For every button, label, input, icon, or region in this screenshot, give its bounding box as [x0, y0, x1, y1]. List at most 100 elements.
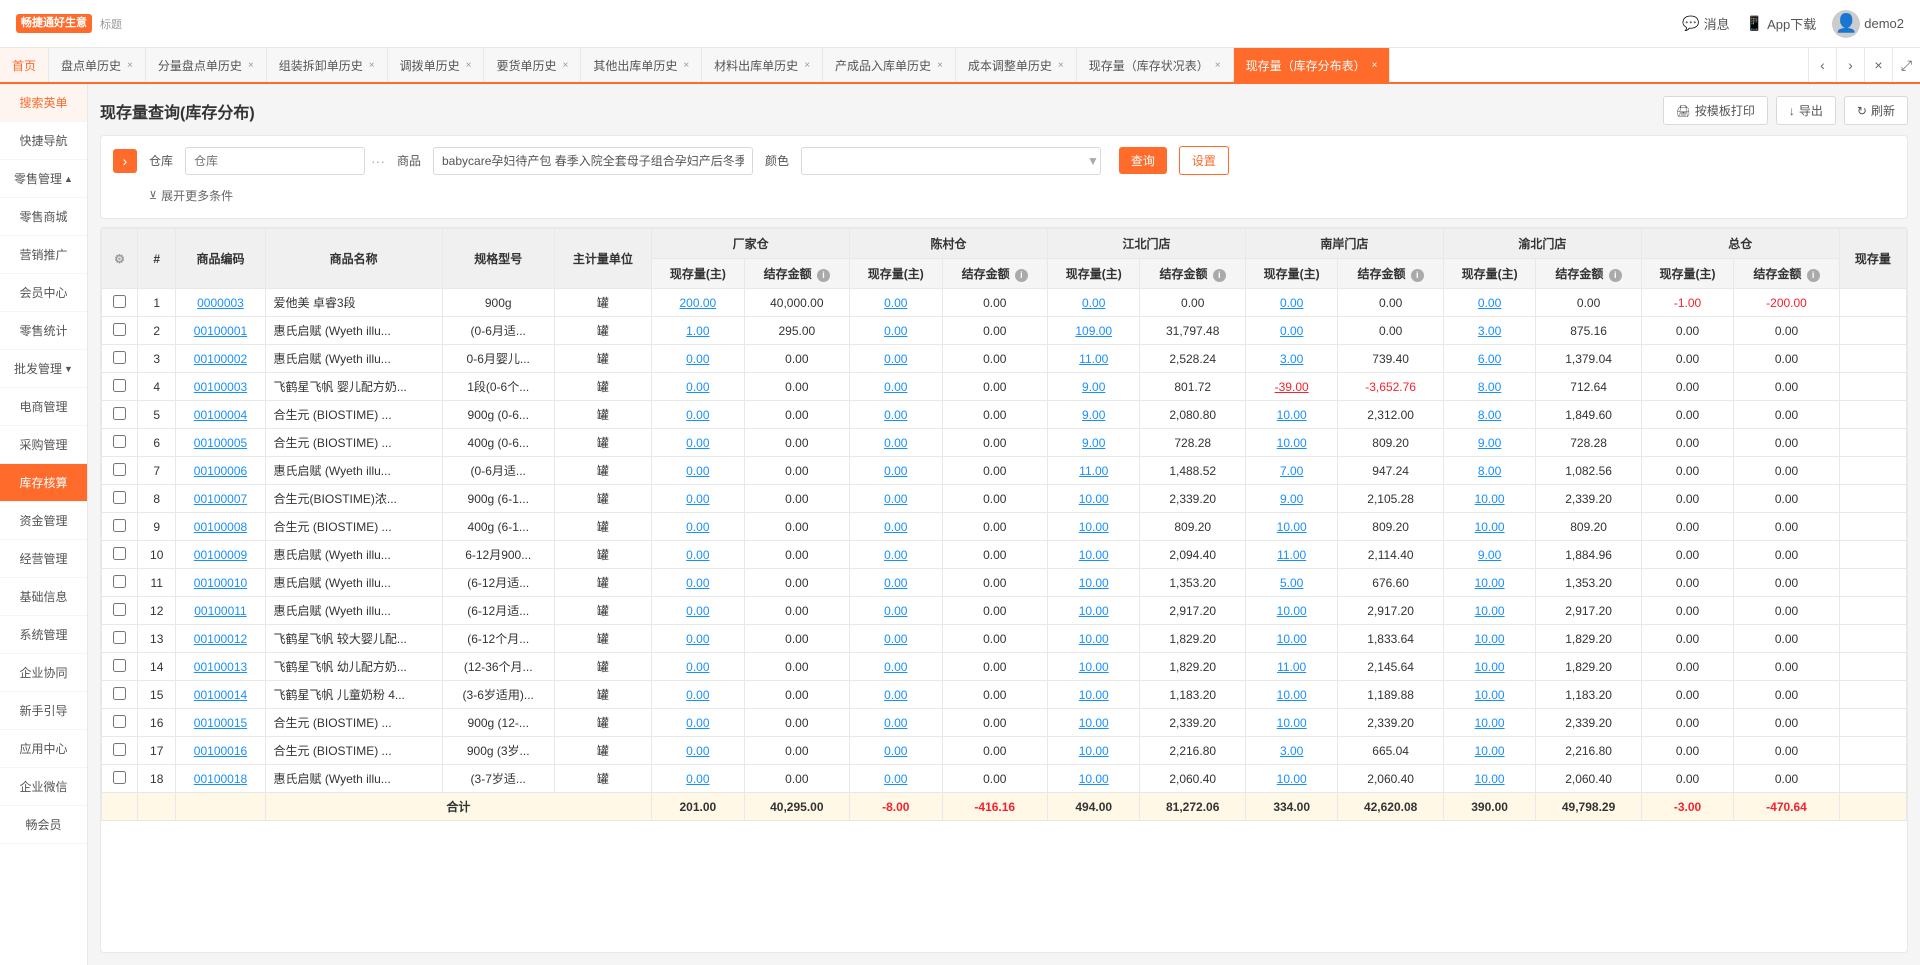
td-yb-stock[interactable]: 10.00 [1443, 513, 1535, 541]
td-yb-stock[interactable]: 10.00 [1443, 485, 1535, 513]
td-jb-stock[interactable]: 10.00 [1048, 737, 1140, 765]
td-jb-stock[interactable]: 0.00 [1048, 289, 1140, 317]
td-na-stock[interactable]: 3.00 [1245, 345, 1337, 373]
td-product-no[interactable]: 00100007 [176, 485, 265, 513]
tab-close[interactable]: × [1372, 60, 1378, 71]
chen-bal-info[interactable]: i [1015, 269, 1028, 282]
app-download-btn[interactable]: 📱 App下载 [1746, 14, 1817, 33]
row-checkbox[interactable] [113, 519, 126, 532]
td-jb-stock[interactable]: 109.00 [1048, 317, 1140, 345]
row-checkbox[interactable] [113, 547, 126, 560]
td-yb-stock[interactable]: 6.00 [1443, 345, 1535, 373]
sidebar-item-new-guide[interactable]: 新手引导 [0, 692, 87, 730]
tab-inventory-status[interactable]: 现存量（库存状况表） × [1077, 48, 1234, 83]
td-na-stock[interactable]: 10.00 [1245, 401, 1337, 429]
td-na-stock[interactable]: 0.00 [1245, 289, 1337, 317]
product-input[interactable] [433, 147, 753, 175]
row-checkbox[interactable] [113, 379, 126, 392]
td-yb-stock[interactable]: 10.00 [1443, 737, 1535, 765]
td-product-no[interactable]: 00100008 [176, 513, 265, 541]
td-product-no[interactable]: 00100010 [176, 569, 265, 597]
row-checkbox[interactable] [113, 743, 126, 756]
td-jb-stock[interactable]: 9.00 [1048, 373, 1140, 401]
td-yb-stock[interactable]: 8.00 [1443, 373, 1535, 401]
tab-close[interactable]: × [937, 60, 943, 71]
td-fac-stock[interactable]: 1.00 [652, 317, 744, 345]
td-chen-stock[interactable]: 0.00 [850, 625, 942, 653]
tab-split-stocktake[interactable]: 分量盘点单历史 × [146, 48, 267, 83]
row-checkbox[interactable] [113, 295, 126, 308]
td-yb-stock[interactable]: 10.00 [1443, 569, 1535, 597]
message-btn[interactable]: 💬 消息 [1682, 14, 1729, 33]
td-fac-stock[interactable]: 0.00 [652, 625, 744, 653]
tab-close[interactable]: × [683, 60, 689, 71]
td-chen-stock[interactable]: 0.00 [850, 289, 942, 317]
td-checkbox[interactable] [102, 765, 138, 793]
td-product-no[interactable]: 00100002 [176, 345, 265, 373]
row-checkbox[interactable] [113, 687, 126, 700]
tab-material-outbound[interactable]: 材料出库单历史 × [702, 48, 823, 83]
td-jb-stock[interactable]: 10.00 [1048, 597, 1140, 625]
sidebar-item-enterprise-collab[interactable]: 企业协同 [0, 654, 87, 692]
tab-transfer[interactable]: 调拨单历史 × [388, 48, 485, 83]
td-checkbox[interactable] [102, 429, 138, 457]
sidebar-item-marketing[interactable]: 营销推广 [0, 236, 87, 274]
td-jb-stock[interactable]: 10.00 [1048, 625, 1140, 653]
td-yb-stock[interactable]: 0.00 [1443, 289, 1535, 317]
tab-next-btn[interactable]: › [1836, 48, 1864, 83]
td-checkbox[interactable] [102, 457, 138, 485]
td-fac-stock[interactable]: 0.00 [652, 345, 744, 373]
sidebar-item-retail-mgmt[interactable]: 零售管理 ▲ [0, 160, 87, 198]
td-jb-stock[interactable]: 10.00 [1048, 653, 1140, 681]
td-checkbox[interactable] [102, 597, 138, 625]
tab-cost-adjust[interactable]: 成本调整单历史 × [956, 48, 1077, 83]
row-checkbox[interactable] [113, 351, 126, 364]
td-chen-stock[interactable]: 0.00 [850, 485, 942, 513]
td-product-no[interactable]: 00100003 [176, 373, 265, 401]
sidebar-item-system-mgmt[interactable]: 系统管理 [0, 616, 87, 654]
td-fac-stock[interactable]: 0.00 [652, 401, 744, 429]
td-checkbox[interactable] [102, 709, 138, 737]
total-bal-info[interactable]: i [1807, 269, 1820, 282]
td-jb-stock[interactable]: 10.00 [1048, 681, 1140, 709]
row-checkbox[interactable] [113, 323, 126, 336]
tab-close[interactable]: × [804, 60, 810, 71]
td-checkbox[interactable] [102, 317, 138, 345]
td-chen-stock[interactable]: 0.00 [850, 401, 942, 429]
td-checkbox[interactable] [102, 541, 138, 569]
tab-close-all-btn[interactable]: × [1864, 48, 1892, 83]
td-checkbox[interactable] [102, 569, 138, 597]
tab-close[interactable]: × [466, 60, 472, 71]
td-fac-stock[interactable]: 0.00 [652, 681, 744, 709]
td-checkbox[interactable] [102, 345, 138, 373]
color-input[interactable] [801, 147, 1101, 175]
td-chen-stock[interactable]: 0.00 [850, 317, 942, 345]
toggle-more-btn[interactable]: ⊻ 展开更多条件 [149, 183, 1895, 208]
td-product-no[interactable]: 00100011 [176, 597, 265, 625]
td-chen-stock[interactable]: 0.00 [850, 345, 942, 373]
td-chen-stock[interactable]: 0.00 [850, 737, 942, 765]
td-fac-stock[interactable]: 0.00 [652, 653, 744, 681]
td-product-no[interactable]: 00100009 [176, 541, 265, 569]
td-chen-stock[interactable]: 0.00 [850, 457, 942, 485]
td-product-no[interactable]: 00100014 [176, 681, 265, 709]
refresh-btn[interactable]: ↻ 刷新 [1844, 96, 1908, 125]
na-bal-info[interactable]: i [1411, 269, 1424, 282]
tab-inventory-dist[interactable]: 现存量（库存分布表） × [1234, 48, 1391, 83]
td-jb-stock[interactable]: 11.00 [1048, 457, 1140, 485]
td-product-no[interactable]: 00100005 [176, 429, 265, 457]
tab-combo[interactable]: 组装拆卸单历史 × [267, 48, 388, 83]
td-checkbox[interactable] [102, 625, 138, 653]
td-product-no[interactable]: 00100006 [176, 457, 265, 485]
td-chen-stock[interactable]: 0.00 [850, 429, 942, 457]
tab-requisition[interactable]: 要货单历史 × [484, 48, 581, 83]
td-checkbox[interactable] [102, 653, 138, 681]
td-jb-stock[interactable]: 9.00 [1048, 401, 1140, 429]
td-product-no[interactable]: 00100015 [176, 709, 265, 737]
td-jb-stock[interactable]: 10.00 [1048, 513, 1140, 541]
query-btn[interactable]: 查询 [1119, 147, 1167, 174]
td-na-stock[interactable]: -39.00 [1245, 373, 1337, 401]
tab-close[interactable]: × [1215, 60, 1221, 71]
td-jb-stock[interactable]: 11.00 [1048, 345, 1140, 373]
td-yb-stock[interactable]: 3.00 [1443, 317, 1535, 345]
